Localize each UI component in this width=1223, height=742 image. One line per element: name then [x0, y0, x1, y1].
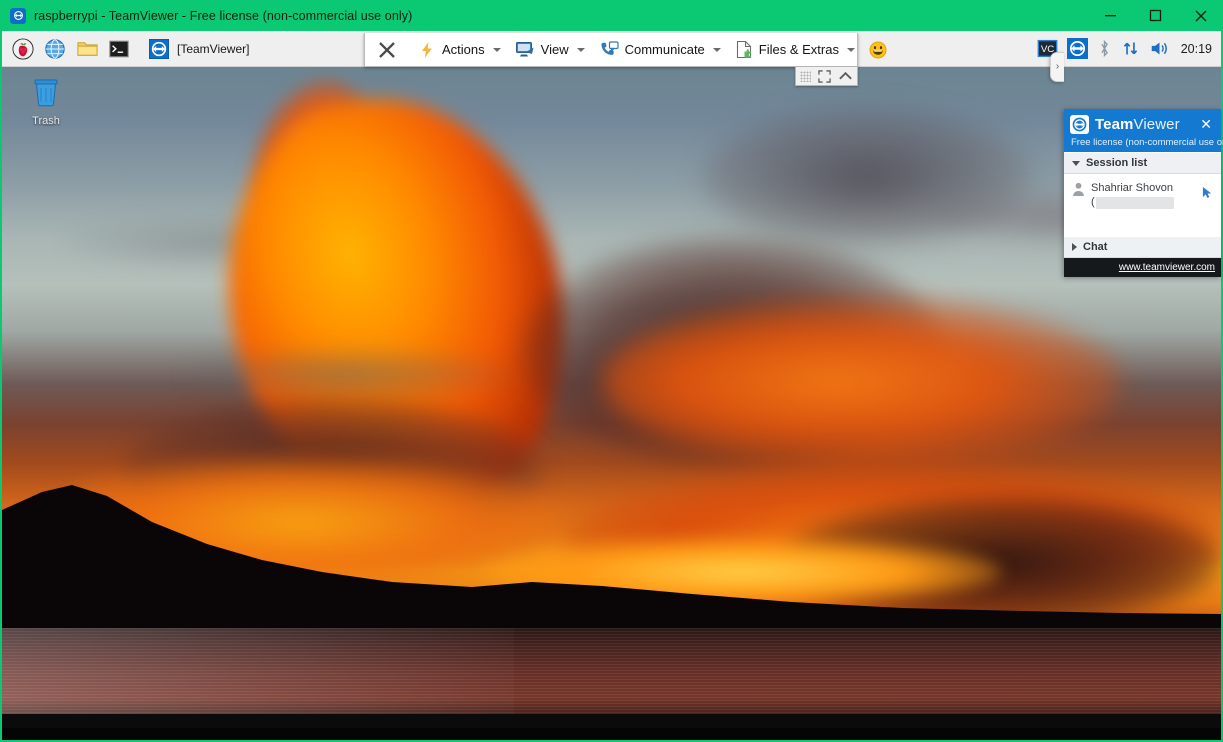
desktop-icon-label: Trash [32, 115, 60, 127]
remote-desktop: Trash [2, 67, 1221, 728]
desktop-bottom-bar [2, 728, 1221, 740]
panel-footer: www.teamviewer.com [1064, 258, 1221, 277]
close-icon[interactable] [1178, 0, 1223, 31]
chevron-down-icon [712, 47, 721, 52]
teamviewer-icon [1070, 115, 1089, 134]
network-icon[interactable] [1121, 39, 1140, 58]
taskbar-window-label: [TeamViewer] [177, 41, 250, 56]
panel-close-icon[interactable]: ✕ [1197, 117, 1215, 133]
panel-brand: TeamViewer [1095, 116, 1180, 133]
terminal-icon[interactable] [104, 34, 134, 64]
bluetooth-icon[interactable] [1097, 39, 1112, 58]
panel-brand-row: TeamViewer ✕ [1070, 115, 1215, 134]
chevron-down-icon [846, 47, 855, 52]
wallpaper-mountain [2, 482, 1221, 632]
toolbar-files-extras-button[interactable]: Files & Extras [728, 33, 862, 67]
session-list-item[interactable]: Shahriar Shovon ( [1072, 182, 1213, 209]
panel-session-body: Shahriar Shovon ( [1064, 174, 1221, 236]
lightning-icon [422, 41, 432, 58]
close-session-button[interactable] [365, 33, 411, 67]
toolbar-communicate-button[interactable]: Communicate [592, 33, 728, 67]
phone-chat-icon [601, 40, 619, 55]
toolbar-actions-label: Actions [442, 42, 485, 57]
window-title: raspberrypi - TeamViewer - Free license … [34, 8, 413, 23]
application-window: raspberrypi - TeamViewer - Free license … [0, 0, 1223, 742]
desktop-icon-trash[interactable]: Trash [18, 75, 74, 127]
panel-section-chat[interactable]: Chat [1064, 236, 1221, 258]
teamviewer-side-panel: TeamViewer ✕ Free license (non-commercia… [1064, 109, 1223, 277]
teamviewer-website-link[interactable]: www.teamviewer.com [1119, 262, 1215, 273]
teamviewer-icon [10, 7, 26, 24]
triangle-right-icon [1072, 243, 1077, 251]
taskbar-launchers [2, 34, 134, 64]
raspberry-menu-icon[interactable] [8, 34, 38, 64]
taskbar-clock[interactable]: 20:19 [1179, 42, 1212, 56]
trash-icon [29, 75, 63, 114]
triangle-down-icon [1072, 160, 1080, 166]
toolbar-view-label: View [540, 42, 569, 57]
panel-section-session-list-label: Session list [1086, 157, 1148, 169]
file-extras-icon [736, 40, 751, 59]
user-icon [1072, 182, 1085, 200]
chevron-right-icon: › [1055, 61, 1060, 72]
taskbar-system-tray: VC 20:19 [1037, 38, 1221, 59]
volume-icon[interactable] [1149, 39, 1170, 58]
toolbar-smiley-button[interactable] [862, 33, 894, 67]
panel-brand-bold: Team [1095, 116, 1134, 133]
panel-section-chat-label: Chat [1083, 241, 1108, 253]
wallpaper-sunset [2, 67, 1221, 728]
window-titlebar: raspberrypi - TeamViewer - Free license … [0, 0, 1223, 31]
session-user-block: Shahriar Shovon ( [1091, 182, 1174, 209]
panel-collapse-tab[interactable]: › [1050, 52, 1064, 82]
panel-license-text: Free license (non-commercial use only) [1071, 137, 1223, 148]
session-detail-redacted [1095, 197, 1174, 209]
drag-grip-icon[interactable] [799, 70, 811, 82]
panel-section-session-list[interactable]: Session list [1064, 152, 1221, 174]
chevron-down-icon [576, 47, 585, 52]
maximize-icon[interactable] [1133, 0, 1178, 31]
toolbar-communicate-label: Communicate [624, 42, 705, 57]
panel-brand-light: Viewer [1133, 116, 1180, 133]
wallpaper-water-highlight [2, 628, 514, 728]
toolbar-files-extras-label: Files & Extras [758, 42, 839, 57]
toolbar-view-button[interactable]: View [508, 33, 592, 67]
wallpaper-foreground [2, 714, 1221, 728]
teamviewer-toolbar: Actions View Communicate Files & Extras [364, 33, 887, 67]
teamviewer-toolbar-strip [795, 67, 858, 86]
smiley-icon [869, 41, 887, 58]
chevron-down-icon [492, 47, 501, 52]
toolbar-actions-button[interactable]: Actions [411, 33, 508, 67]
session-detail-prefix: ( [1091, 196, 1095, 208]
close-session-icon [379, 41, 395, 58]
mouse-pointer-icon [1202, 186, 1213, 202]
collapse-chevron-icon[interactable] [838, 70, 853, 82]
monitor-icon [515, 41, 534, 56]
teamviewer-icon [144, 34, 174, 64]
session-user-name: Shahriar Shovon [1091, 182, 1173, 194]
minimize-icon[interactable] [1088, 0, 1133, 31]
file-manager-icon[interactable] [72, 34, 102, 64]
panel-header: TeamViewer ✕ Free license (non-commercia… [1064, 109, 1223, 152]
taskbar-window-button-teamviewer[interactable]: [TeamViewer] [142, 35, 255, 63]
teamviewer-tray-icon[interactable] [1066, 38, 1088, 59]
fullscreen-icon[interactable] [818, 69, 831, 83]
web-browser-icon[interactable] [40, 34, 70, 64]
